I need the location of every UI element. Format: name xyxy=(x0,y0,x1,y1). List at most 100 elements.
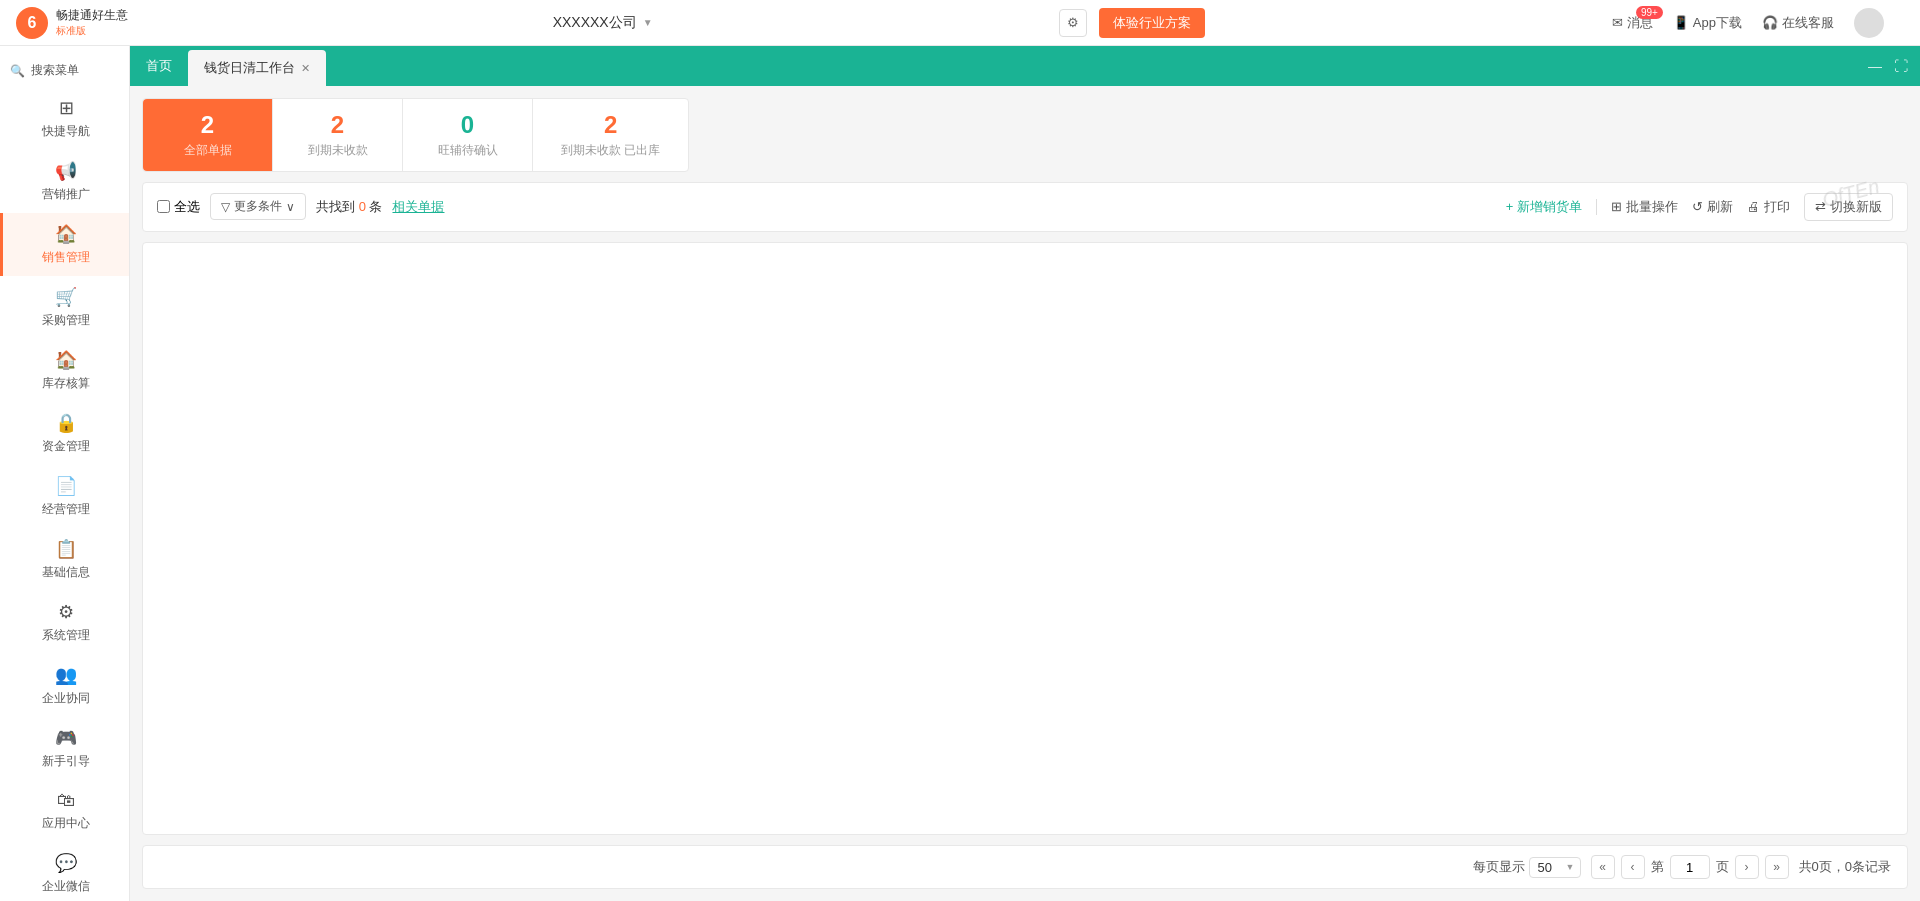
pagination-bar: 每页显示 50 100 200 « ‹ 第 页 › xyxy=(142,845,1908,889)
top-header: 6 畅捷通好生意 标准版 XXXXXX公司 ▼ ⚙ 体验行业方案 ✉ 消息 99… xyxy=(0,0,1920,46)
print-icon: 🖨 xyxy=(1747,199,1760,214)
tab-maximize-icon[interactable]: ⛶ xyxy=(1894,58,1908,74)
tab-bar-right: — ⛶ xyxy=(1868,58,1920,74)
tab-bar: 首页 钱货日清工作台 ✕ — ⛶ xyxy=(130,46,1920,86)
header-right: ✉ 消息 99+ 📱 App下载 🎧 在线客服 xyxy=(1612,8,1904,38)
message-badge: 99+ xyxy=(1636,6,1663,19)
stat-label-overdue: 到期未收款 xyxy=(301,142,374,159)
marketing-icon: 📢 xyxy=(55,160,77,182)
divider-1 xyxy=(1596,199,1597,215)
guide-icon: 🎮 xyxy=(55,727,77,749)
sidebar-item-system[interactable]: ⚙ 系统管理 xyxy=(0,591,129,654)
page-number-input[interactable] xyxy=(1670,855,1710,879)
sidebar: 🔍 搜索菜单 ⊞ 快捷导航 📢 营销推广 🏠 销售管理 🛒 采购管理 🏠 库存核… xyxy=(0,46,130,901)
filter-icon: ▽ xyxy=(221,200,230,214)
online-service-button[interactable]: 🎧 在线客服 xyxy=(1762,14,1834,32)
tab-home[interactable]: 首页 xyxy=(130,46,188,86)
refresh-icon: ↺ xyxy=(1692,199,1703,214)
related-orders-link[interactable]: 相关单据 xyxy=(392,198,444,216)
tab-minimize-icon[interactable]: — xyxy=(1868,58,1882,74)
filter-button[interactable]: ▽ 更多条件 ∨ xyxy=(210,193,306,220)
sidebar-item-sales[interactable]: 🏠 销售管理 xyxy=(0,213,129,276)
finance-icon: 🔒 xyxy=(55,412,77,434)
prev-page-button[interactable]: ‹ xyxy=(1621,855,1645,879)
sidebar-item-enterprise[interactable]: 👥 企业协同 xyxy=(0,654,129,717)
logo-area: 6 畅捷通好生意 标准版 xyxy=(16,7,146,39)
print-button[interactable]: 🖨 打印 xyxy=(1747,198,1790,216)
stat-number-shipped: 2 xyxy=(561,111,660,140)
toolbar-left: 全选 ▽ 更多条件 ∨ 共找到 0 条 相关单据 xyxy=(157,193,1494,220)
stat-number-overdue: 2 xyxy=(301,111,374,140)
stat-card-overdue[interactable]: 2 到期未收款 xyxy=(273,99,403,171)
stats-row: 2 全部单据 2 到期未收款 0 旺辅待确认 2 到期未收款 已出库 xyxy=(142,98,689,172)
purchase-icon: 🛒 xyxy=(55,286,77,308)
sidebar-item-operations[interactable]: 📄 经营管理 xyxy=(0,465,129,528)
stat-label-all: 全部单据 xyxy=(171,142,244,159)
service-icon: 🎧 xyxy=(1762,15,1778,30)
count-text: 共找到 0 条 xyxy=(316,198,382,216)
last-page-button[interactable]: » xyxy=(1765,855,1789,879)
page-size-select[interactable]: 50 100 200 xyxy=(1529,857,1581,878)
refresh-button[interactable]: ↺ 刷新 xyxy=(1692,198,1733,216)
header-center: ⚙ 体验行业方案 xyxy=(1059,8,1205,38)
sidebar-item-quick-nav[interactable]: ⊞ 快捷导航 xyxy=(0,87,129,150)
sidebar-item-basic-info[interactable]: 📋 基础信息 xyxy=(0,528,129,591)
company-selector[interactable]: XXXXXX公司 ▼ xyxy=(553,14,653,32)
quick-nav-icon: ⊞ xyxy=(59,97,74,119)
first-page-button[interactable]: « xyxy=(1591,855,1615,879)
stat-number-pending: 0 xyxy=(431,111,504,140)
system-icon: ⚙ xyxy=(58,601,74,623)
search-icon: 🔍 xyxy=(10,64,25,78)
sidebar-item-purchase[interactable]: 🛒 采购管理 xyxy=(0,276,129,339)
switch-icon: ⇄ xyxy=(1815,199,1826,214)
app-body: 🔍 搜索菜单 ⊞ 快捷导航 📢 营销推广 🏠 销售管理 🛒 采购管理 🏠 库存核… xyxy=(0,46,1920,901)
enterprise-icon: 👥 xyxy=(55,664,77,686)
sidebar-item-guide[interactable]: 🎮 新手引导 xyxy=(0,717,129,780)
select-all-checkbox[interactable]: 全选 xyxy=(157,198,200,216)
filter-chevron-icon: ∨ xyxy=(286,200,295,214)
message-icon: ✉ xyxy=(1612,15,1623,30)
stat-label-shipped: 到期未收款 已出库 xyxy=(561,142,660,159)
company-name: XXXXXX公司 xyxy=(553,14,637,32)
page-size-selector: 每页显示 50 100 200 xyxy=(1473,857,1581,878)
message-button[interactable]: ✉ 消息 99+ xyxy=(1612,14,1653,32)
search-menu-button[interactable]: 🔍 搜索菜单 xyxy=(0,54,129,87)
select-all-input[interactable] xyxy=(157,200,170,213)
company-dropdown-icon: ▼ xyxy=(643,17,653,28)
sidebar-item-app-center[interactable]: 🛍 应用中心 xyxy=(0,780,129,842)
app-download-button[interactable]: 📱 App下载 xyxy=(1673,14,1742,32)
trial-button[interactable]: 体验行业方案 xyxy=(1099,8,1205,38)
switch-version-button[interactable]: ⇄ 切换新版 xyxy=(1804,193,1893,221)
sidebar-item-marketing[interactable]: 📢 营销推广 xyxy=(0,150,129,213)
page-content: 2 全部单据 2 到期未收款 0 旺辅待确认 2 到期未收款 已出库 xyxy=(130,86,1920,901)
settings-button[interactable]: ⚙ xyxy=(1059,9,1087,37)
batch-operation-button[interactable]: ⊞ 批量操作 xyxy=(1611,198,1678,216)
tab-workbench[interactable]: 钱货日清工作台 ✕ xyxy=(188,50,326,86)
main-content: 首页 钱货日清工作台 ✕ — ⛶ 2 全部单据 2 到期未收款 xyxy=(130,46,1920,901)
page-nav: « ‹ 第 页 › » xyxy=(1591,855,1789,879)
batch-icon: ⊞ xyxy=(1611,199,1622,214)
page-size-wrapper: 50 100 200 xyxy=(1529,857,1581,878)
sidebar-item-finance[interactable]: 🔒 资金管理 xyxy=(0,402,129,465)
sidebar-item-inventory[interactable]: 🏠 库存核算 xyxy=(0,339,129,402)
avatar[interactable] xyxy=(1854,8,1884,38)
logo-text: 畅捷通好生意 标准版 xyxy=(56,8,128,37)
sidebar-item-wecom[interactable]: 💬 企业微信 xyxy=(0,842,129,901)
count-value: 0 xyxy=(359,199,366,214)
toolbar-right: + 新增销货单 ⊞ 批量操作 ↺ 刷新 🖨 打印 ⇄ xyxy=(1506,193,1893,221)
app-center-icon: 🛍 xyxy=(57,790,75,811)
inventory-icon: 🏠 xyxy=(55,349,77,371)
basic-info-icon: 📋 xyxy=(55,538,77,560)
page-summary: 共0页，0条记录 xyxy=(1799,858,1891,876)
stat-number-all: 2 xyxy=(171,111,244,140)
add-order-button[interactable]: + 新增销货单 xyxy=(1506,198,1582,216)
stat-card-pending[interactable]: 0 旺辅待确认 xyxy=(403,99,533,171)
toolbar: 全选 ▽ 更多条件 ∨ 共找到 0 条 相关单据 + 新增销货单 xyxy=(142,182,1908,232)
next-page-button[interactable]: › xyxy=(1735,855,1759,879)
tab-close-icon[interactable]: ✕ xyxy=(301,62,310,75)
sales-icon: 🏠 xyxy=(55,223,77,245)
download-icon: 📱 xyxy=(1673,15,1689,30)
table-area xyxy=(142,242,1908,835)
stat-card-shipped[interactable]: 2 到期未收款 已出库 xyxy=(533,99,688,171)
stat-card-all[interactable]: 2 全部单据 xyxy=(143,99,273,171)
